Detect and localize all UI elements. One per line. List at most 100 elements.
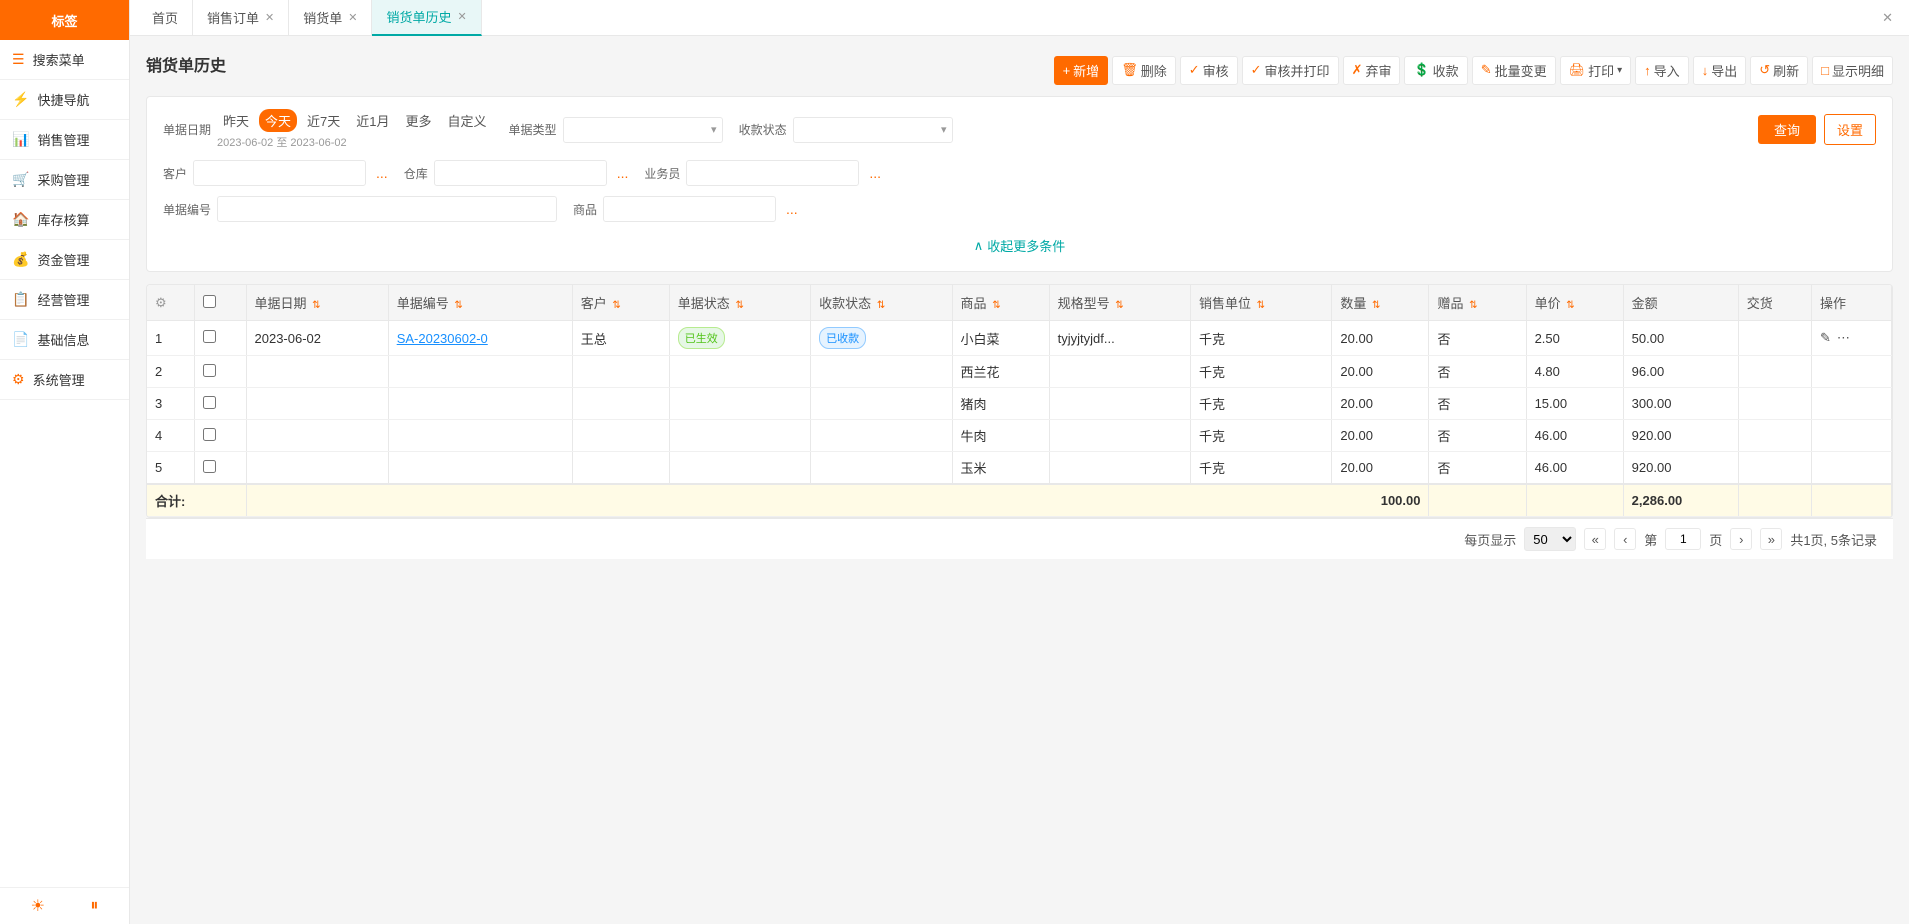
export-button[interactable]: ↓ 导出 [1693, 56, 1747, 85]
delete-button[interactable]: 🗑 删除 [1112, 56, 1176, 85]
sidebar-bottom-icon1[interactable]: ☀ [31, 896, 45, 916]
operations-icon: 📋 [12, 291, 29, 308]
col-doc-date[interactable]: 单据日期 ⇅ [246, 285, 388, 321]
checkbox-cell[interactable] [195, 388, 246, 420]
row-checkbox[interactable] [203, 364, 216, 377]
row-checkbox[interactable] [203, 330, 216, 343]
salesperson-input[interactable] [686, 160, 859, 186]
add-button[interactable]: + 新增 [1054, 56, 1109, 85]
sidebar-item-search-menu[interactable]: ☰ 搜索菜单 [0, 40, 129, 80]
sidebar-item-inventory[interactable]: 🏠 库存核算 [0, 200, 129, 240]
doc-type-select[interactable] [563, 117, 723, 143]
warehouse-input[interactable] [434, 160, 607, 186]
select-all-checkbox[interactable] [203, 295, 216, 308]
collect-button[interactable]: 💲 收款 [1404, 56, 1467, 85]
row-checkbox[interactable] [203, 396, 216, 409]
close-sales-goods-tab[interactable]: ✕ [348, 11, 357, 24]
sidebar-item-basic-info[interactable]: 📄 基础信息 [0, 320, 129, 360]
close-sales-history-tab[interactable]: ✕ [458, 10, 467, 23]
product-input[interactable] [603, 196, 776, 222]
batch-change-button[interactable]: ✎ 批量变更 [1472, 56, 1556, 85]
more-icon[interactable]: ⋯ [1837, 330, 1850, 346]
customer-sort-icon: ⇅ [612, 300, 620, 311]
sidebar-bottom-icon2[interactable]: ⏸ [90, 897, 98, 915]
sidebar-item-sales-mgmt[interactable]: 📊 销售管理 [0, 120, 129, 160]
col-customer[interactable]: 客户 ⇅ [572, 285, 669, 321]
setup-button[interactable]: 设置 [1824, 114, 1876, 145]
abandon-button[interactable]: ✗ 弃审 [1343, 56, 1401, 85]
date-yesterday[interactable]: 昨天 [217, 109, 255, 132]
per-page-select[interactable]: 50 100 [1524, 527, 1576, 551]
payment-status-select[interactable] [793, 117, 953, 143]
product-cell: 牛肉 [952, 420, 1049, 452]
checkbox-cell[interactable] [195, 420, 246, 452]
col-qty[interactable]: 数量 ⇅ [1332, 285, 1429, 321]
sidebar-item-sys-mgmt[interactable]: ⚙ 系统管理 [0, 360, 129, 400]
col-unit-price[interactable]: 单价 ⇅ [1526, 285, 1623, 321]
date-1month[interactable]: 近1月 [350, 109, 395, 132]
refresh-button[interactable]: ↺ 刷新 [1750, 56, 1808, 85]
filter-section: 单据日期 昨天 今天 近7天 近1月 更多 自定义 2023-06-02 至 2… [146, 96, 1893, 272]
close-sales-order-tab[interactable]: ✕ [265, 11, 274, 24]
date-today[interactable]: 今天 [259, 109, 297, 132]
doc-no-input[interactable] [217, 196, 557, 222]
col-doc-no[interactable]: 单据编号 ⇅ [388, 285, 572, 321]
page-title: 销货单历史 [146, 52, 226, 76]
tab-home[interactable]: 首页 [138, 0, 193, 36]
payment-status-cell [811, 356, 952, 388]
first-page-button[interactable]: « [1584, 528, 1606, 550]
search-menu-icon: ☰ [12, 51, 25, 68]
print-button[interactable]: 🖨 打印 ▾ [1560, 56, 1632, 85]
filter-customer-item: 客户 ... [163, 160, 388, 186]
sidebar-item-finance[interactable]: 💰 资金管理 [0, 240, 129, 280]
checkbox-cell[interactable] [195, 321, 246, 356]
product-dots-btn[interactable]: ... [786, 201, 798, 217]
unit-sort-icon: ⇅ [1257, 300, 1265, 311]
row-checkbox[interactable] [203, 428, 216, 441]
query-button[interactable]: 查询 [1758, 115, 1816, 144]
tabs-close-all[interactable]: ✕ [1874, 10, 1901, 26]
col-gift[interactable]: 赠品 ⇅ [1429, 285, 1526, 321]
tab-sales-goods[interactable]: 销货单 ✕ [289, 0, 372, 36]
col-payment-status[interactable]: 收款状态 ⇅ [811, 285, 952, 321]
checkbox-cell[interactable] [195, 452, 246, 485]
salesperson-dots-btn[interactable]: ... [869, 165, 881, 181]
total-info: 共1页, 5条记录 [1790, 530, 1877, 549]
tab-sales-order[interactable]: 销售订单 ✕ [193, 0, 289, 36]
checkbox-cell[interactable] [195, 356, 246, 388]
gift-cell: 否 [1429, 321, 1526, 356]
last-page-button[interactable]: » [1760, 528, 1782, 550]
sidebar-item-purchase-mgmt[interactable]: 🛒 采购管理 [0, 160, 129, 200]
filter-row-1: 单据日期 昨天 今天 近7天 近1月 更多 自定义 2023-06-02 至 2… [163, 109, 1876, 150]
edit-icon[interactable]: ✎ [1820, 330, 1831, 346]
col-settings[interactable]: ⚙ [147, 285, 195, 321]
page-number-input[interactable] [1665, 528, 1701, 550]
customer-dots-btn[interactable]: ... [376, 165, 388, 181]
doc-no-link[interactable]: SA-20230602-0 [397, 331, 488, 346]
import-button[interactable]: ↑ 导入 [1635, 56, 1689, 85]
collapse-button[interactable]: ∧ 收起更多条件 [974, 232, 1066, 259]
table-row: 1 2023-06-02 SA-20230602-0 王总 已生效 已收款 小白… [147, 321, 1892, 356]
prev-page-button[interactable]: ‹ [1614, 528, 1636, 550]
audit-print-button[interactable]: ✓ 审核并打印 [1242, 56, 1339, 85]
sidebar-logo: 标签 [0, 0, 129, 40]
settings-icon[interactable]: ⚙ [155, 295, 167, 310]
sidebar-item-operations[interactable]: 📋 经营管理 [0, 280, 129, 320]
filter-row-2: 客户 ... 仓库 ... 业务员 ... [163, 160, 1876, 186]
audit-button[interactable]: ✓ 审核 [1180, 56, 1238, 85]
col-unit[interactable]: 销售单位 ⇅ [1191, 285, 1332, 321]
tab-sales-history[interactable]: 销货单历史 ✕ [372, 0, 481, 36]
col-spec[interactable]: 规格型号 ⇅ [1049, 285, 1190, 321]
date-7days[interactable]: 近7天 [301, 109, 346, 132]
next-page-button[interactable]: › [1730, 528, 1752, 550]
show-detail-button[interactable]: □ 显示明细 [1812, 56, 1893, 85]
sidebar-item-quick-nav[interactable]: ⚡ 快捷导航 [0, 80, 129, 120]
col-product[interactable]: 商品 ⇅ [952, 285, 1049, 321]
warehouse-dots-btn[interactable]: ... [617, 165, 629, 181]
date-custom[interactable]: 自定义 [442, 109, 493, 132]
col-doc-status[interactable]: 单据状态 ⇅ [669, 285, 810, 321]
customer-input[interactable] [193, 160, 366, 186]
delete-icon: 🗑 [1121, 62, 1138, 78]
row-checkbox[interactable] [203, 460, 216, 473]
date-more[interactable]: 更多 [400, 109, 438, 132]
